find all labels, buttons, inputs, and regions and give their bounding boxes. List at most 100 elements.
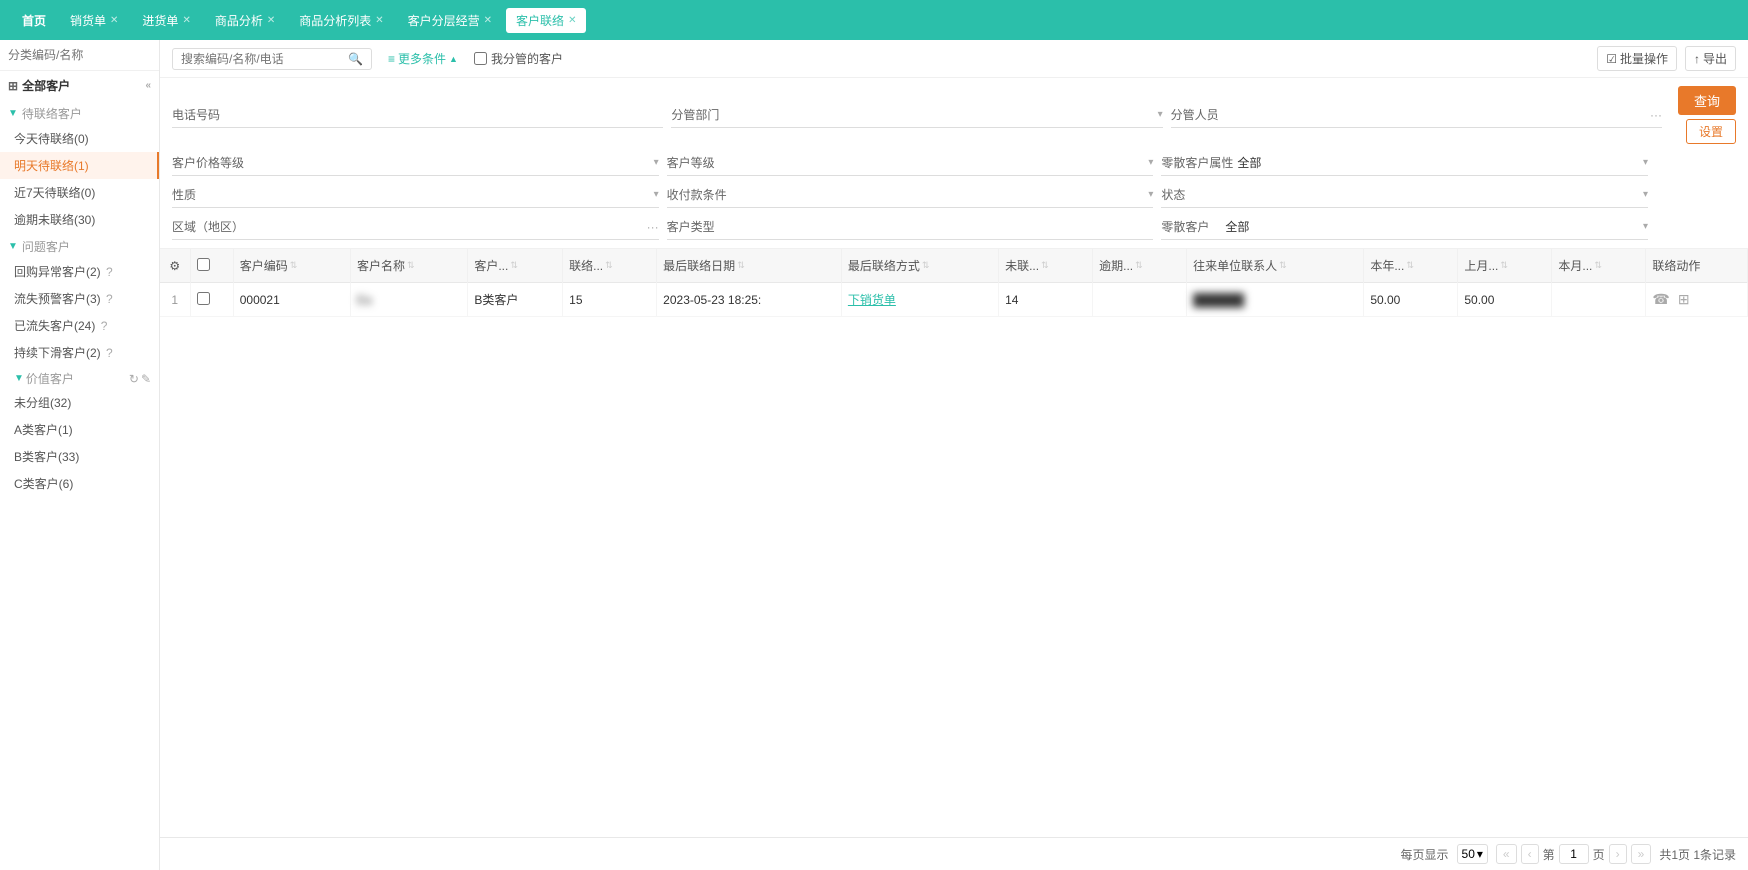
select-all-checkbox[interactable]: [197, 258, 210, 271]
retail-attr-select[interactable]: 全部 ▾: [1237, 154, 1648, 171]
payment-select[interactable]: ▾: [731, 189, 1154, 200]
th-checkbox[interactable]: [190, 249, 233, 283]
export-btn[interactable]: ↑ 导出: [1685, 46, 1736, 71]
sidebar-item-a-class[interactable]: A类客户(1): [0, 416, 159, 443]
toolbar-search-icon[interactable]: 🔍: [348, 52, 363, 66]
th-customer-type[interactable]: 客户... ⇅: [468, 249, 563, 283]
my-customers-checkbox[interactable]: [474, 52, 487, 65]
th-last-method[interactable]: 最后联络方式 ⇅: [841, 249, 998, 283]
th-last-date[interactable]: 最后联络日期 ⇅: [657, 249, 842, 283]
status-select[interactable]: ▾: [1225, 189, 1648, 200]
th-contact-count[interactable]: 联络... ⇅: [563, 249, 657, 283]
batch-operation-btn[interactable]: ☑ 批量操作: [1597, 46, 1677, 71]
th-last-date-label: 最后联络日期: [663, 257, 735, 274]
query-btn[interactable]: 查询: [1678, 86, 1736, 115]
customer-grade-select[interactable]: ▾: [731, 157, 1154, 168]
nav-customer-segmentation[interactable]: 客户分层经营 ✕: [398, 8, 502, 33]
nav-customer-seg-close-icon[interactable]: ✕: [484, 15, 492, 26]
gear-icon[interactable]: ⚙: [169, 259, 180, 273]
info-icon4: ?: [106, 346, 113, 360]
nav-purchase-order[interactable]: 进货单 ✕: [132, 8, 200, 33]
td-checkbox[interactable]: [190, 283, 233, 317]
row-checkbox[interactable]: [197, 292, 210, 305]
nav-product-list-close-icon[interactable]: ✕: [375, 15, 383, 26]
sidebar-item-repurchase-abnormal[interactable]: 回购异常客户(2) ?: [0, 258, 159, 285]
retail-customer-select[interactable]: 全部 ▾: [1225, 218, 1648, 235]
toolbar-search-input[interactable]: [181, 52, 344, 66]
edit-icon[interactable]: ✎: [141, 372, 151, 386]
filter-row-4: 区域（地区） ··· 客户类型 零散客户 全部 ▾: [172, 214, 1736, 240]
related-contact-blurred: ██████: [1193, 293, 1244, 307]
sidebar-item-churned[interactable]: 已流失客户(24) ?: [0, 312, 159, 339]
th-customer-type-label: 客户...: [474, 257, 508, 274]
person-more-icon[interactable]: ···: [1650, 108, 1662, 122]
nav-product-analysis-list[interactable]: 商品分析列表 ✕: [289, 8, 393, 33]
phone-action-icon[interactable]: ☎: [1652, 291, 1669, 308]
price-grade-select[interactable]: ▾: [248, 157, 659, 168]
th-related-contact-label: 往来单位联系人: [1193, 257, 1277, 274]
last-method-link[interactable]: 下销货单: [848, 293, 896, 307]
sidebar-all-customers[interactable]: ⊞ 全部客户 «: [0, 71, 159, 100]
person-input[interactable]: [1235, 108, 1646, 122]
th-gear[interactable]: ⚙: [160, 249, 190, 283]
filter-btn-label: 更多条件: [398, 50, 446, 67]
per-page-select[interactable]: 50 ▾: [1457, 844, 1488, 864]
export-label: 导出: [1703, 50, 1727, 67]
collapse-icon[interactable]: «: [145, 80, 151, 91]
nav-sales-order[interactable]: 销货单 ✕: [60, 8, 128, 33]
page-input[interactable]: [1559, 844, 1589, 864]
gender-select[interactable]: ▾: [236, 189, 659, 200]
prev-page-btn[interactable]: ‹: [1521, 844, 1539, 864]
phone-input[interactable]: [236, 108, 663, 122]
grid-action-icon[interactable]: ⊞: [1678, 291, 1690, 308]
refresh-icon[interactable]: ↻: [129, 372, 139, 386]
th-this-year[interactable]: 本年... ⇅: [1364, 249, 1458, 283]
nav-purchase-close-icon[interactable]: ✕: [182, 15, 190, 26]
sidebar-item-today[interactable]: 今天待联络(0): [0, 125, 159, 152]
sort-icon-last-month: ⇅: [1500, 260, 1508, 271]
filter-more-btn[interactable]: ≡ 更多条件 ▲: [380, 47, 466, 70]
sidebar-item-b-class[interactable]: B类客户(33): [0, 443, 159, 470]
nav-sales-close-icon[interactable]: ✕: [110, 15, 118, 26]
th-code[interactable]: 客户编码 ⇅: [233, 249, 350, 283]
filter-price-grade: 客户价格等级 ▾: [172, 150, 659, 176]
action-icons-container: ☎ ⊞: [1652, 291, 1741, 308]
today-label: 今天待联络(0): [14, 132, 89, 146]
th-last-month[interactable]: 上月... ⇅: [1458, 249, 1552, 283]
nav-product-analysis[interactable]: 商品分析 ✕: [205, 8, 285, 33]
settings-btn[interactable]: 设置: [1686, 119, 1736, 144]
th-name[interactable]: 客户名称 ⇅: [351, 249, 468, 283]
my-customers-checkbox-label[interactable]: 我分管的客户: [474, 50, 563, 67]
churn-warning-label: 流失预警客户(3): [14, 292, 101, 306]
sidebar-item-tomorrow[interactable]: 明天待联络(1): [0, 152, 159, 179]
total-records-label: 共1页 1条记录: [1659, 846, 1736, 863]
sidebar-item-declining[interactable]: 持续下滑客户(2) ?: [0, 339, 159, 366]
td-last-method[interactable]: 下销货单: [841, 283, 998, 317]
phone-label: 电话号码: [172, 106, 232, 123]
filter-panel: 电话号码 分管部门 ▾ 分管人员 ··· 查询 设置: [160, 78, 1748, 249]
sidebar-item-overdue[interactable]: 逾期未联络(30): [0, 206, 159, 233]
th-related-contact[interactable]: 往来单位联系人 ⇅: [1187, 249, 1364, 283]
region-more-icon[interactable]: ···: [647, 220, 659, 234]
nav-home[interactable]: 首页: [12, 8, 56, 33]
th-overdue[interactable]: 逾期... ⇅: [1093, 249, 1187, 283]
th-this-month[interactable]: 本月... ⇅: [1552, 249, 1646, 283]
dept-select[interactable]: ▾: [735, 109, 1162, 120]
sort-icon-date: ⇅: [737, 260, 745, 271]
nav-customer-contact-close-icon[interactable]: ✕: [568, 15, 576, 26]
region-label: 区域（地区）: [172, 218, 244, 235]
sidebar-item-churn-warning[interactable]: 流失预警客户(3) ?: [0, 285, 159, 312]
nav-sales-label: 销货单: [70, 12, 106, 29]
th-unlinked[interactable]: 未联... ⇅: [999, 249, 1093, 283]
sidebar-item-ungrouped[interactable]: 未分组(32): [0, 389, 159, 416]
last-page-btn[interactable]: »: [1631, 844, 1652, 864]
first-page-btn[interactable]: «: [1496, 844, 1517, 864]
td-this-year: 50.00: [1364, 283, 1458, 317]
sidebar-search-input[interactable]: [8, 48, 160, 62]
next-page-btn[interactable]: ›: [1609, 844, 1627, 864]
region-input[interactable]: [248, 220, 643, 234]
nav-product-analysis-close-icon[interactable]: ✕: [267, 15, 275, 26]
sidebar-item-7days[interactable]: 近7天待联络(0): [0, 179, 159, 206]
sidebar-item-c-class[interactable]: C类客户(6): [0, 470, 159, 497]
nav-customer-contact[interactable]: 客户联络 ✕: [506, 8, 586, 33]
